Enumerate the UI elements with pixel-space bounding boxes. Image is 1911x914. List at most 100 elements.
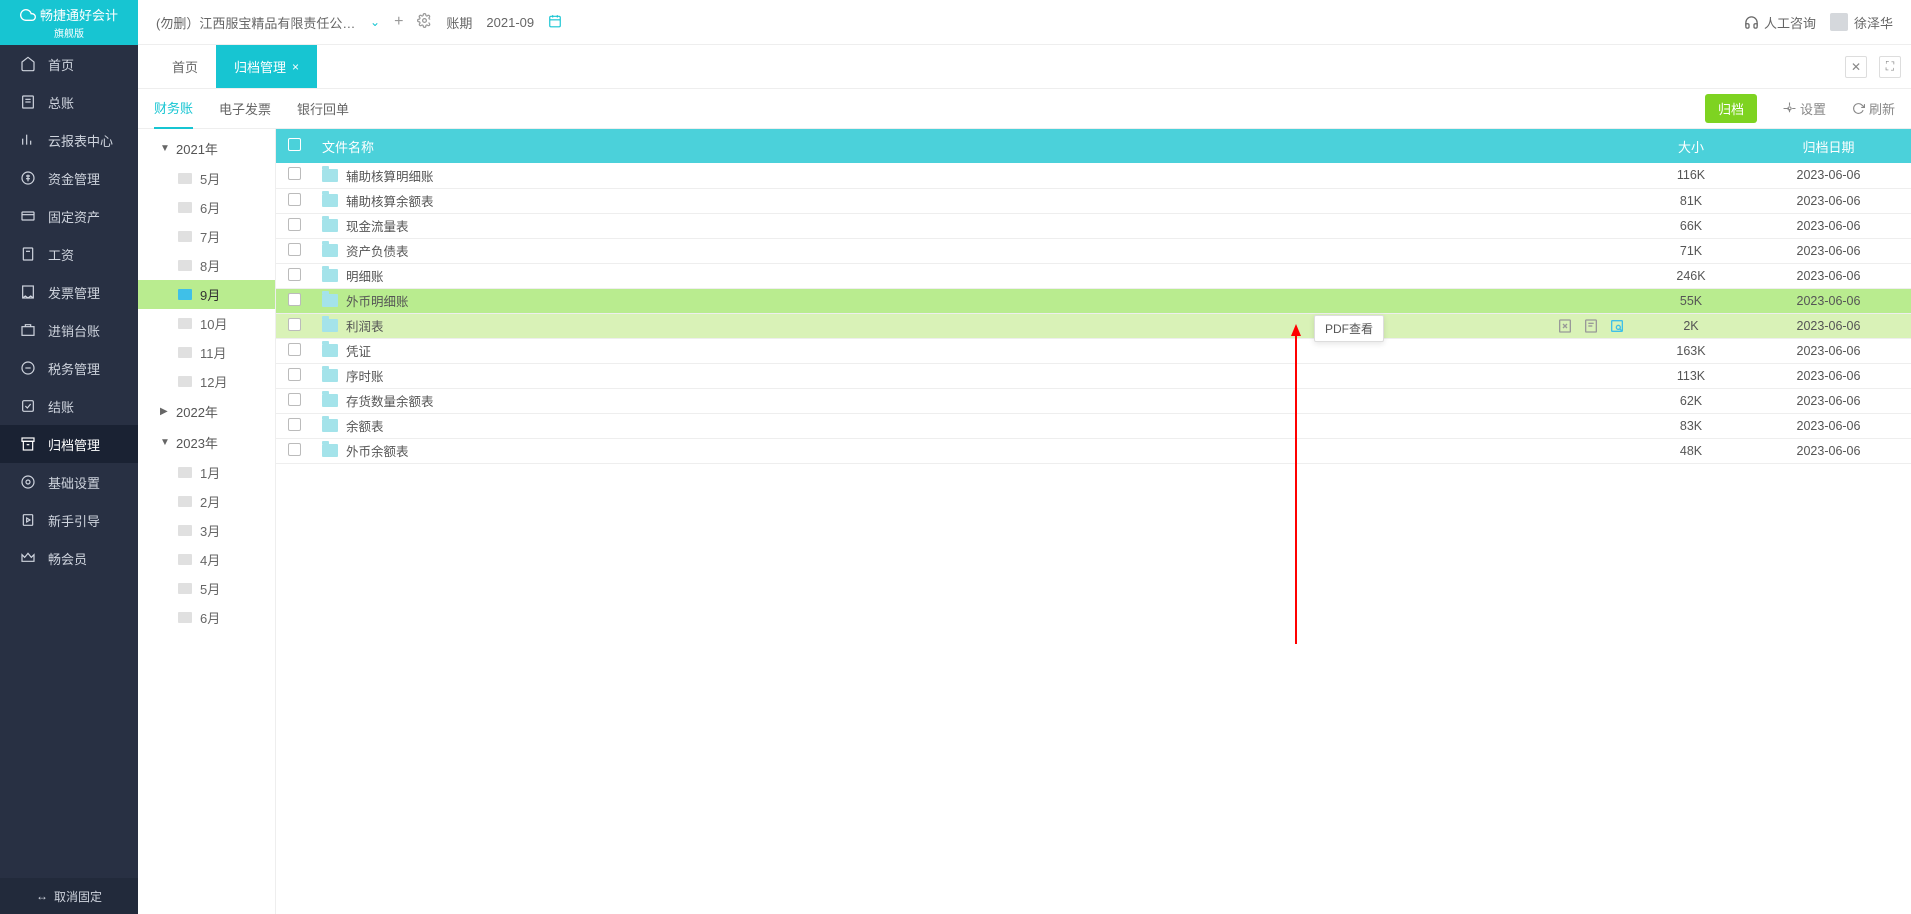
brand-sub: 旗舰版 bbox=[54, 25, 84, 40]
file-date: 2023-06-06 bbox=[1746, 388, 1911, 413]
tree-month[interactable]: 9月 bbox=[138, 280, 275, 309]
main: (勿删）江西服宝精品有限责任公司（... ⌄ + 账期 2021-09 人工咨询… bbox=[138, 0, 1911, 914]
tree-month[interactable]: 5月 bbox=[138, 574, 275, 603]
file-size: 246K bbox=[1636, 263, 1746, 288]
nav-item-asset[interactable]: 固定资产 bbox=[0, 197, 138, 235]
close-tab-button[interactable]: ✕ bbox=[1845, 56, 1867, 78]
tree-month[interactable]: 7月 bbox=[138, 222, 275, 251]
table-row[interactable]: 现金流量表66K2023-06-06 bbox=[276, 213, 1911, 238]
unpin-button[interactable]: ↔ 取消固定 bbox=[0, 878, 138, 914]
consult-button[interactable]: 人工咨询 bbox=[1744, 13, 1816, 32]
table-row[interactable]: 凭证163K2023-06-06 bbox=[276, 338, 1911, 363]
tree-month[interactable]: 8月 bbox=[138, 251, 275, 280]
row-checkbox[interactable] bbox=[288, 243, 301, 256]
nav-item-tax[interactable]: 税务管理 bbox=[0, 349, 138, 387]
refresh-link[interactable]: 刷新 bbox=[1852, 99, 1895, 118]
tree-month[interactable]: 2月 bbox=[138, 487, 275, 516]
file-date: 2023-06-06 bbox=[1746, 188, 1911, 213]
nav-item-ledger[interactable]: 总账 bbox=[0, 83, 138, 121]
tree-month[interactable]: 4月 bbox=[138, 545, 275, 574]
company-selector[interactable]: (勿删）江西服宝精品有限责任公司（... bbox=[156, 13, 356, 32]
table-row[interactable]: 外币明细账55K2023-06-06 bbox=[276, 288, 1911, 313]
month-label: 2月 bbox=[200, 492, 220, 511]
settings-link[interactable]: 设置 bbox=[1783, 99, 1826, 118]
sub-tab[interactable]: 银行回单 bbox=[297, 89, 349, 129]
tree-month[interactable]: 6月 bbox=[138, 193, 275, 222]
sub-tab[interactable]: 电子发票 bbox=[219, 89, 271, 129]
row-checkbox[interactable] bbox=[288, 193, 301, 206]
nav-item-vip[interactable]: 畅会员 bbox=[0, 539, 138, 577]
table-row[interactable]: 利润表2K2023-06-06 bbox=[276, 313, 1911, 338]
nav-item-settings[interactable]: 基础设置 bbox=[0, 463, 138, 501]
nav-item-invoice[interactable]: 发票管理 bbox=[0, 273, 138, 311]
table-row[interactable]: 存货数量余额表62K2023-06-06 bbox=[276, 388, 1911, 413]
row-checkbox[interactable] bbox=[288, 293, 301, 306]
archive-button[interactable]: 归档 bbox=[1705, 94, 1757, 123]
row-checkbox[interactable] bbox=[288, 418, 301, 431]
row-checkbox[interactable] bbox=[288, 167, 301, 180]
user-menu[interactable]: 徐泽华 bbox=[1830, 13, 1893, 32]
table-row[interactable]: 辅助核算明细账116K2023-06-06 bbox=[276, 163, 1911, 188]
row-checkbox[interactable] bbox=[288, 368, 301, 381]
fullscreen-button[interactable]: ⛶ bbox=[1879, 56, 1901, 78]
nav-item-money[interactable]: 资金管理 bbox=[0, 159, 138, 197]
page-tab[interactable]: 首页 bbox=[154, 45, 216, 88]
tree-month[interactable]: 11月 bbox=[138, 338, 275, 367]
tree-year[interactable]: ▼2021年 bbox=[138, 133, 275, 164]
table-row[interactable]: 明细账246K2023-06-06 bbox=[276, 263, 1911, 288]
table-row[interactable]: 余额表83K2023-06-06 bbox=[276, 413, 1911, 438]
row-checkbox[interactable] bbox=[288, 268, 301, 281]
add-button[interactable]: + bbox=[394, 13, 403, 31]
tree-month[interactable]: 1月 bbox=[138, 458, 275, 487]
view-pdf-icon[interactable] bbox=[1608, 317, 1626, 335]
row-checkbox[interactable] bbox=[288, 318, 301, 331]
nav-label: 资金管理 bbox=[48, 169, 100, 188]
row-checkbox[interactable] bbox=[288, 443, 301, 456]
folder-icon bbox=[322, 269, 338, 282]
folder-icon bbox=[322, 394, 338, 407]
tree-year[interactable]: ▶2022年 bbox=[138, 396, 275, 427]
table-row[interactable]: 资产负债表71K2023-06-06 bbox=[276, 238, 1911, 263]
row-checkbox[interactable] bbox=[288, 393, 301, 406]
th-date[interactable]: 归档日期 bbox=[1746, 129, 1911, 163]
tree-month[interactable]: 3月 bbox=[138, 516, 275, 545]
file-size: 48K bbox=[1636, 438, 1746, 463]
tree-month[interactable]: 12月 bbox=[138, 367, 275, 396]
table-row[interactable]: 序时账113K2023-06-06 bbox=[276, 363, 1911, 388]
month-label: 10月 bbox=[200, 314, 227, 333]
period-value[interactable]: 2021-09 bbox=[486, 15, 534, 30]
tree-month[interactable]: 6月 bbox=[138, 603, 275, 632]
table-row[interactable]: 外币余额表48K2023-06-06 bbox=[276, 438, 1911, 463]
tree-month[interactable]: 5月 bbox=[138, 164, 275, 193]
gear-icon[interactable] bbox=[417, 13, 432, 31]
refresh-label: 刷新 bbox=[1869, 99, 1895, 118]
th-size[interactable]: 大小 bbox=[1636, 129, 1746, 163]
chevron-down-icon[interactable]: ⌄ bbox=[370, 15, 380, 29]
close-icon[interactable]: × bbox=[292, 60, 299, 74]
folder-icon bbox=[322, 244, 338, 257]
th-filename[interactable]: 文件名称 bbox=[312, 129, 1636, 163]
nav-item-guide[interactable]: 新手引导 bbox=[0, 501, 138, 539]
th-checkbox[interactable] bbox=[276, 129, 312, 163]
nav-item-stock[interactable]: 进销台账 bbox=[0, 311, 138, 349]
nav-item-archive[interactable]: 归档管理 bbox=[0, 425, 138, 463]
calendar-icon[interactable] bbox=[548, 14, 562, 31]
folder-icon bbox=[178, 467, 192, 478]
page-tab[interactable]: 归档管理× bbox=[216, 45, 317, 88]
nav-item-close[interactable]: 结账 bbox=[0, 387, 138, 425]
file-size: 163K bbox=[1636, 338, 1746, 363]
sub-tab[interactable]: 财务账 bbox=[154, 89, 193, 129]
vip-icon bbox=[20, 550, 36, 566]
row-checkbox[interactable] bbox=[288, 343, 301, 356]
nav-item-salary[interactable]: 工资 bbox=[0, 235, 138, 273]
nav-item-chart[interactable]: 云报表中心 bbox=[0, 121, 138, 159]
folder-icon bbox=[178, 202, 192, 213]
row-checkbox[interactable] bbox=[288, 218, 301, 231]
table-row[interactable]: 辅助核算余额表81K2023-06-06 bbox=[276, 188, 1911, 213]
tree-month[interactable]: 10月 bbox=[138, 309, 275, 338]
file-date: 2023-06-06 bbox=[1746, 313, 1911, 338]
download-pdf-icon[interactable] bbox=[1582, 317, 1600, 335]
tree-year[interactable]: ▼2023年 bbox=[138, 427, 275, 458]
nav-item-home[interactable]: 首页 bbox=[0, 45, 138, 83]
download-excel-icon[interactable] bbox=[1556, 317, 1574, 335]
